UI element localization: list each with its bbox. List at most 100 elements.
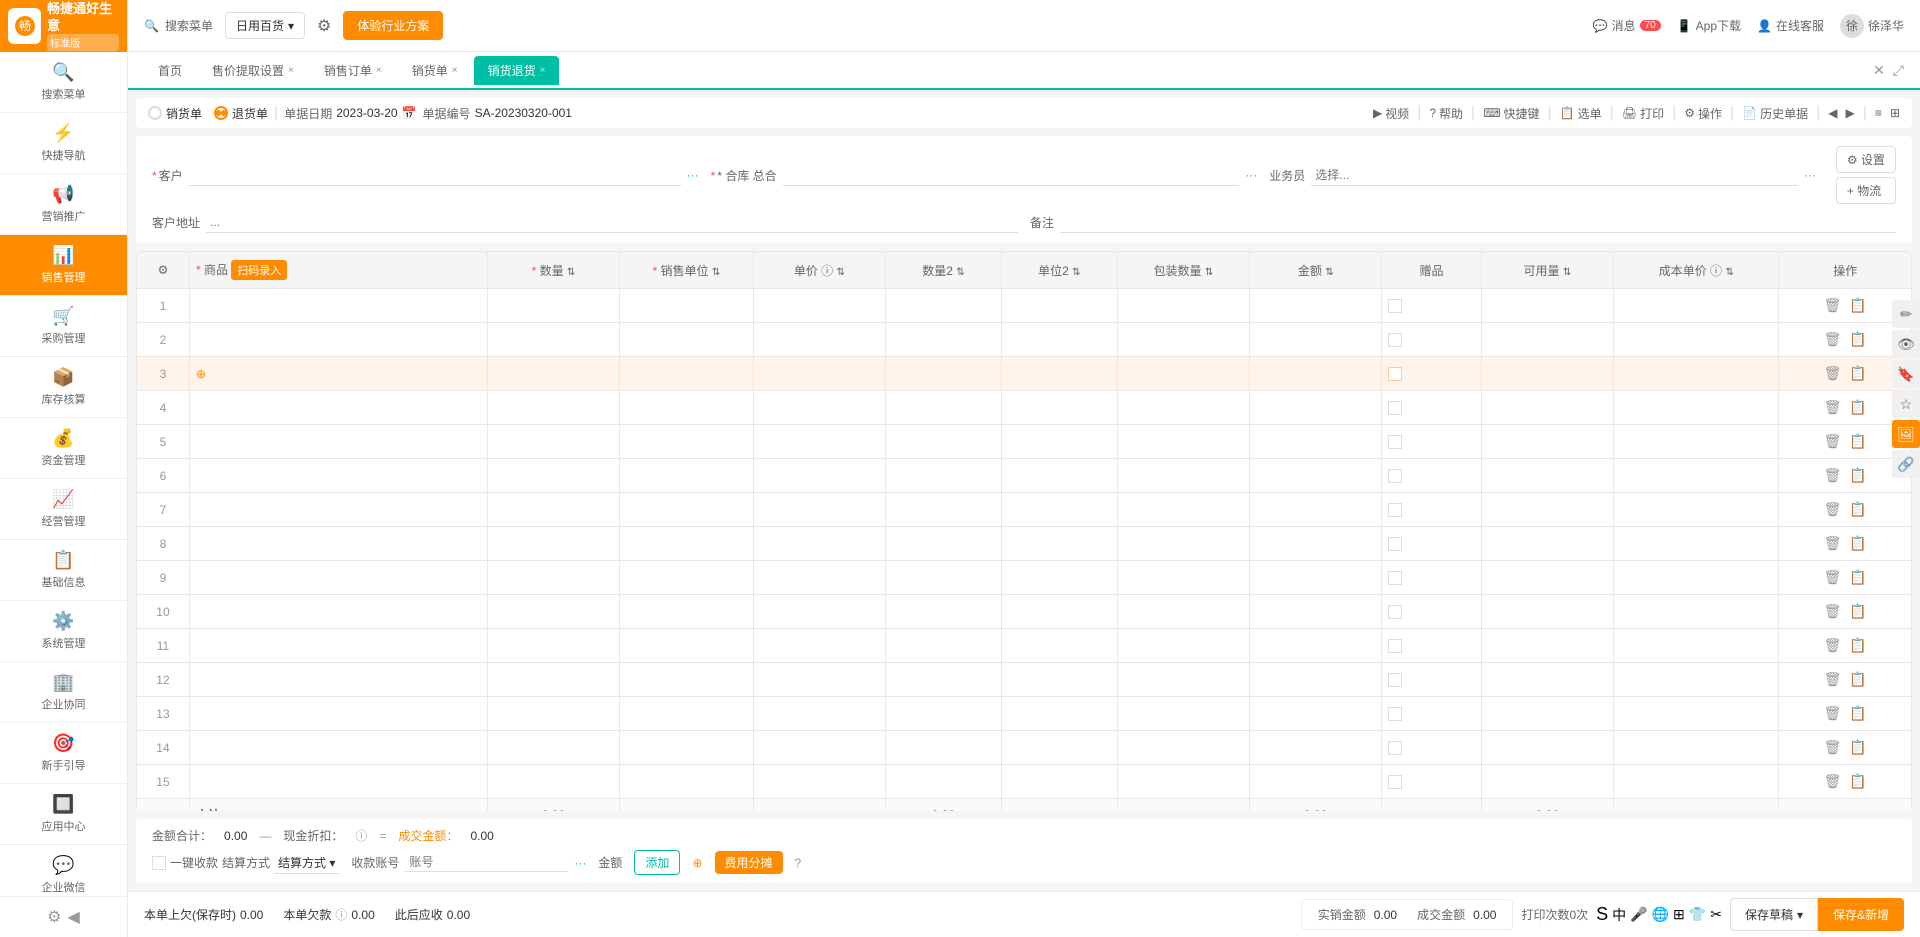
tool-icon-2[interactable]: 中 xyxy=(1612,905,1626,925)
float-image-icon[interactable]: 🖼 xyxy=(1892,420,1920,448)
remark-input[interactable] xyxy=(1060,212,1896,233)
online-support-item[interactable]: 👤 在线客服 xyxy=(1757,17,1824,34)
gift-checkbox[interactable] xyxy=(1388,435,1402,449)
delete-row-btn[interactable]: 🗑 xyxy=(1822,771,1844,792)
search-menu[interactable]: 🔍 搜索菜单 xyxy=(144,17,213,34)
gift-checkbox[interactable] xyxy=(1388,741,1402,755)
fee-split-button[interactable]: 费用分摊 xyxy=(715,851,783,874)
cell-available[interactable] xyxy=(1481,663,1613,697)
experience-button[interactable]: 体验行业方案 xyxy=(343,11,443,40)
copy-row-btn[interactable]: 📋 xyxy=(1847,703,1868,724)
tool-icon-4[interactable]: 🌐 xyxy=(1652,906,1669,923)
cell-unit2[interactable] xyxy=(1001,765,1117,799)
cell-qty2[interactable] xyxy=(886,765,1002,799)
cell-available[interactable] xyxy=(1481,357,1613,391)
add-circle-icon[interactable]: ⊕ xyxy=(692,856,702,870)
cell-unit-price[interactable] xyxy=(753,629,885,663)
cell-qty[interactable] xyxy=(487,629,619,663)
product-input[interactable] xyxy=(210,367,330,381)
cell-unit2[interactable] xyxy=(1001,323,1117,357)
copy-row-btn[interactable]: 📋 xyxy=(1847,567,1868,588)
cell-unit2[interactable] xyxy=(1001,357,1117,391)
cell-unit2[interactable] xyxy=(1001,493,1117,527)
cell-qty2[interactable] xyxy=(886,323,1002,357)
tab-sale-order[interactable]: 销售订单× xyxy=(310,56,396,85)
delete-row-btn[interactable]: 🗑 xyxy=(1822,499,1844,520)
copy-row-btn[interactable]: 📋 xyxy=(1847,601,1868,622)
cell-sale-unit[interactable] xyxy=(620,765,754,799)
unit-sort[interactable]: ⇅ xyxy=(712,267,720,278)
prev-record-icon[interactable]: ◀ xyxy=(1828,106,1837,120)
copy-row-btn[interactable]: 📋 xyxy=(1847,771,1868,792)
cell-qty[interactable] xyxy=(487,459,619,493)
cell-cost-price[interactable] xyxy=(1614,493,1779,527)
qty2-sort[interactable]: ⇅ xyxy=(956,267,964,278)
sidebar-item-enterprise[interactable]: 🏢企业协同 xyxy=(0,662,127,723)
cell-amount[interactable] xyxy=(1250,561,1382,595)
scan-button[interactable]: 扫码录入 xyxy=(231,260,287,280)
sidebar-item-purchase[interactable]: 🛒采购管理 xyxy=(0,296,127,357)
cell-unit2[interactable] xyxy=(1001,595,1117,629)
gift-checkbox[interactable] xyxy=(1388,707,1402,721)
cell-product[interactable] xyxy=(189,731,487,765)
cell-amount[interactable] xyxy=(1250,629,1382,663)
cell-sale-unit[interactable] xyxy=(620,289,754,323)
cell-unit-price[interactable] xyxy=(753,663,885,697)
tab-close-sale-order[interactable]: × xyxy=(376,65,382,76)
sidebar-item-system[interactable]: ⚙️系统管理 xyxy=(0,601,127,662)
copy-row-btn[interactable]: 📋 xyxy=(1847,499,1868,520)
cell-product[interactable] xyxy=(189,561,487,595)
cell-available[interactable] xyxy=(1481,697,1613,731)
cell-cost-price[interactable] xyxy=(1614,595,1779,629)
address-input[interactable] xyxy=(206,212,1018,233)
tool-icon-5[interactable]: ⊞ xyxy=(1673,906,1685,923)
cell-available[interactable] xyxy=(1481,765,1613,799)
gift-checkbox[interactable] xyxy=(1388,639,1402,653)
help-circle-icon[interactable]: ⓘ xyxy=(355,827,367,844)
gift-checkbox[interactable] xyxy=(1388,673,1402,687)
print-link[interactable]: 🖨 打印 xyxy=(1622,105,1664,122)
gift-checkbox[interactable] xyxy=(1388,367,1402,381)
sidebar-item-shortcut[interactable]: ⚡快捷导航 xyxy=(0,113,127,174)
delete-row-btn[interactable]: 🗑 xyxy=(1822,363,1844,384)
delete-row-btn[interactable]: 🗑 xyxy=(1822,703,1844,724)
cell-product[interactable] xyxy=(189,289,487,323)
gift-checkbox[interactable] xyxy=(1388,571,1402,585)
cell-cost-price[interactable] xyxy=(1614,357,1779,391)
save-draft-button[interactable]: 保存草稿 ▾ xyxy=(1730,898,1818,931)
collapse-icon[interactable]: ◀ xyxy=(68,907,80,927)
copy-row-btn[interactable]: 📋 xyxy=(1847,737,1868,758)
cell-unit-price[interactable] xyxy=(753,527,885,561)
cell-amount[interactable] xyxy=(1250,425,1382,459)
tab-sale-return[interactable]: 销货退货× xyxy=(474,56,560,85)
cell-product[interactable] xyxy=(189,425,487,459)
operate-link[interactable]: ⚙ 操作 xyxy=(1684,105,1722,122)
cell-pkg-qty[interactable] xyxy=(1117,697,1249,731)
delete-row-btn[interactable]: 🗑 xyxy=(1822,465,1844,486)
sidebar-item-marketing[interactable]: 📢营销推广 xyxy=(0,174,127,235)
cell-pkg-qty[interactable] xyxy=(1117,731,1249,765)
billing-select[interactable]: 结算方式 ▾ xyxy=(274,852,339,874)
delete-row-btn[interactable]: 🗑 xyxy=(1822,567,1844,588)
tab-close-sale-bill[interactable]: × xyxy=(452,65,458,76)
cell-unit-price[interactable] xyxy=(753,357,885,391)
gift-checkbox[interactable] xyxy=(1388,605,1402,619)
cell-unit-price[interactable] xyxy=(753,765,885,799)
cell-sale-unit[interactable] xyxy=(620,595,754,629)
cost-sort[interactable]: ⇅ xyxy=(1725,267,1733,278)
cell-product[interactable] xyxy=(189,323,487,357)
cell-unit2[interactable] xyxy=(1001,731,1117,765)
float-star-icon[interactable]: ☆ xyxy=(1892,390,1920,418)
cell-qty[interactable] xyxy=(487,323,619,357)
tool-icon-6[interactable]: 👕 xyxy=(1689,906,1706,923)
tab-home[interactable]: 首页 xyxy=(144,56,196,85)
cell-unit-price[interactable] xyxy=(753,425,885,459)
cell-unit-price[interactable] xyxy=(753,595,885,629)
user-profile[interactable]: 徐 徐泽华 xyxy=(1840,14,1904,38)
fee-help-icon[interactable]: ? xyxy=(795,856,802,870)
cell-sale-unit[interactable] xyxy=(620,459,754,493)
cell-qty2[interactable] xyxy=(886,629,1002,663)
cell-sale-unit[interactable] xyxy=(620,391,754,425)
sidebar-item-apps[interactable]: 🔲应用中心 xyxy=(0,784,127,845)
topbar-settings-icon[interactable]: ⚙ xyxy=(317,16,331,36)
